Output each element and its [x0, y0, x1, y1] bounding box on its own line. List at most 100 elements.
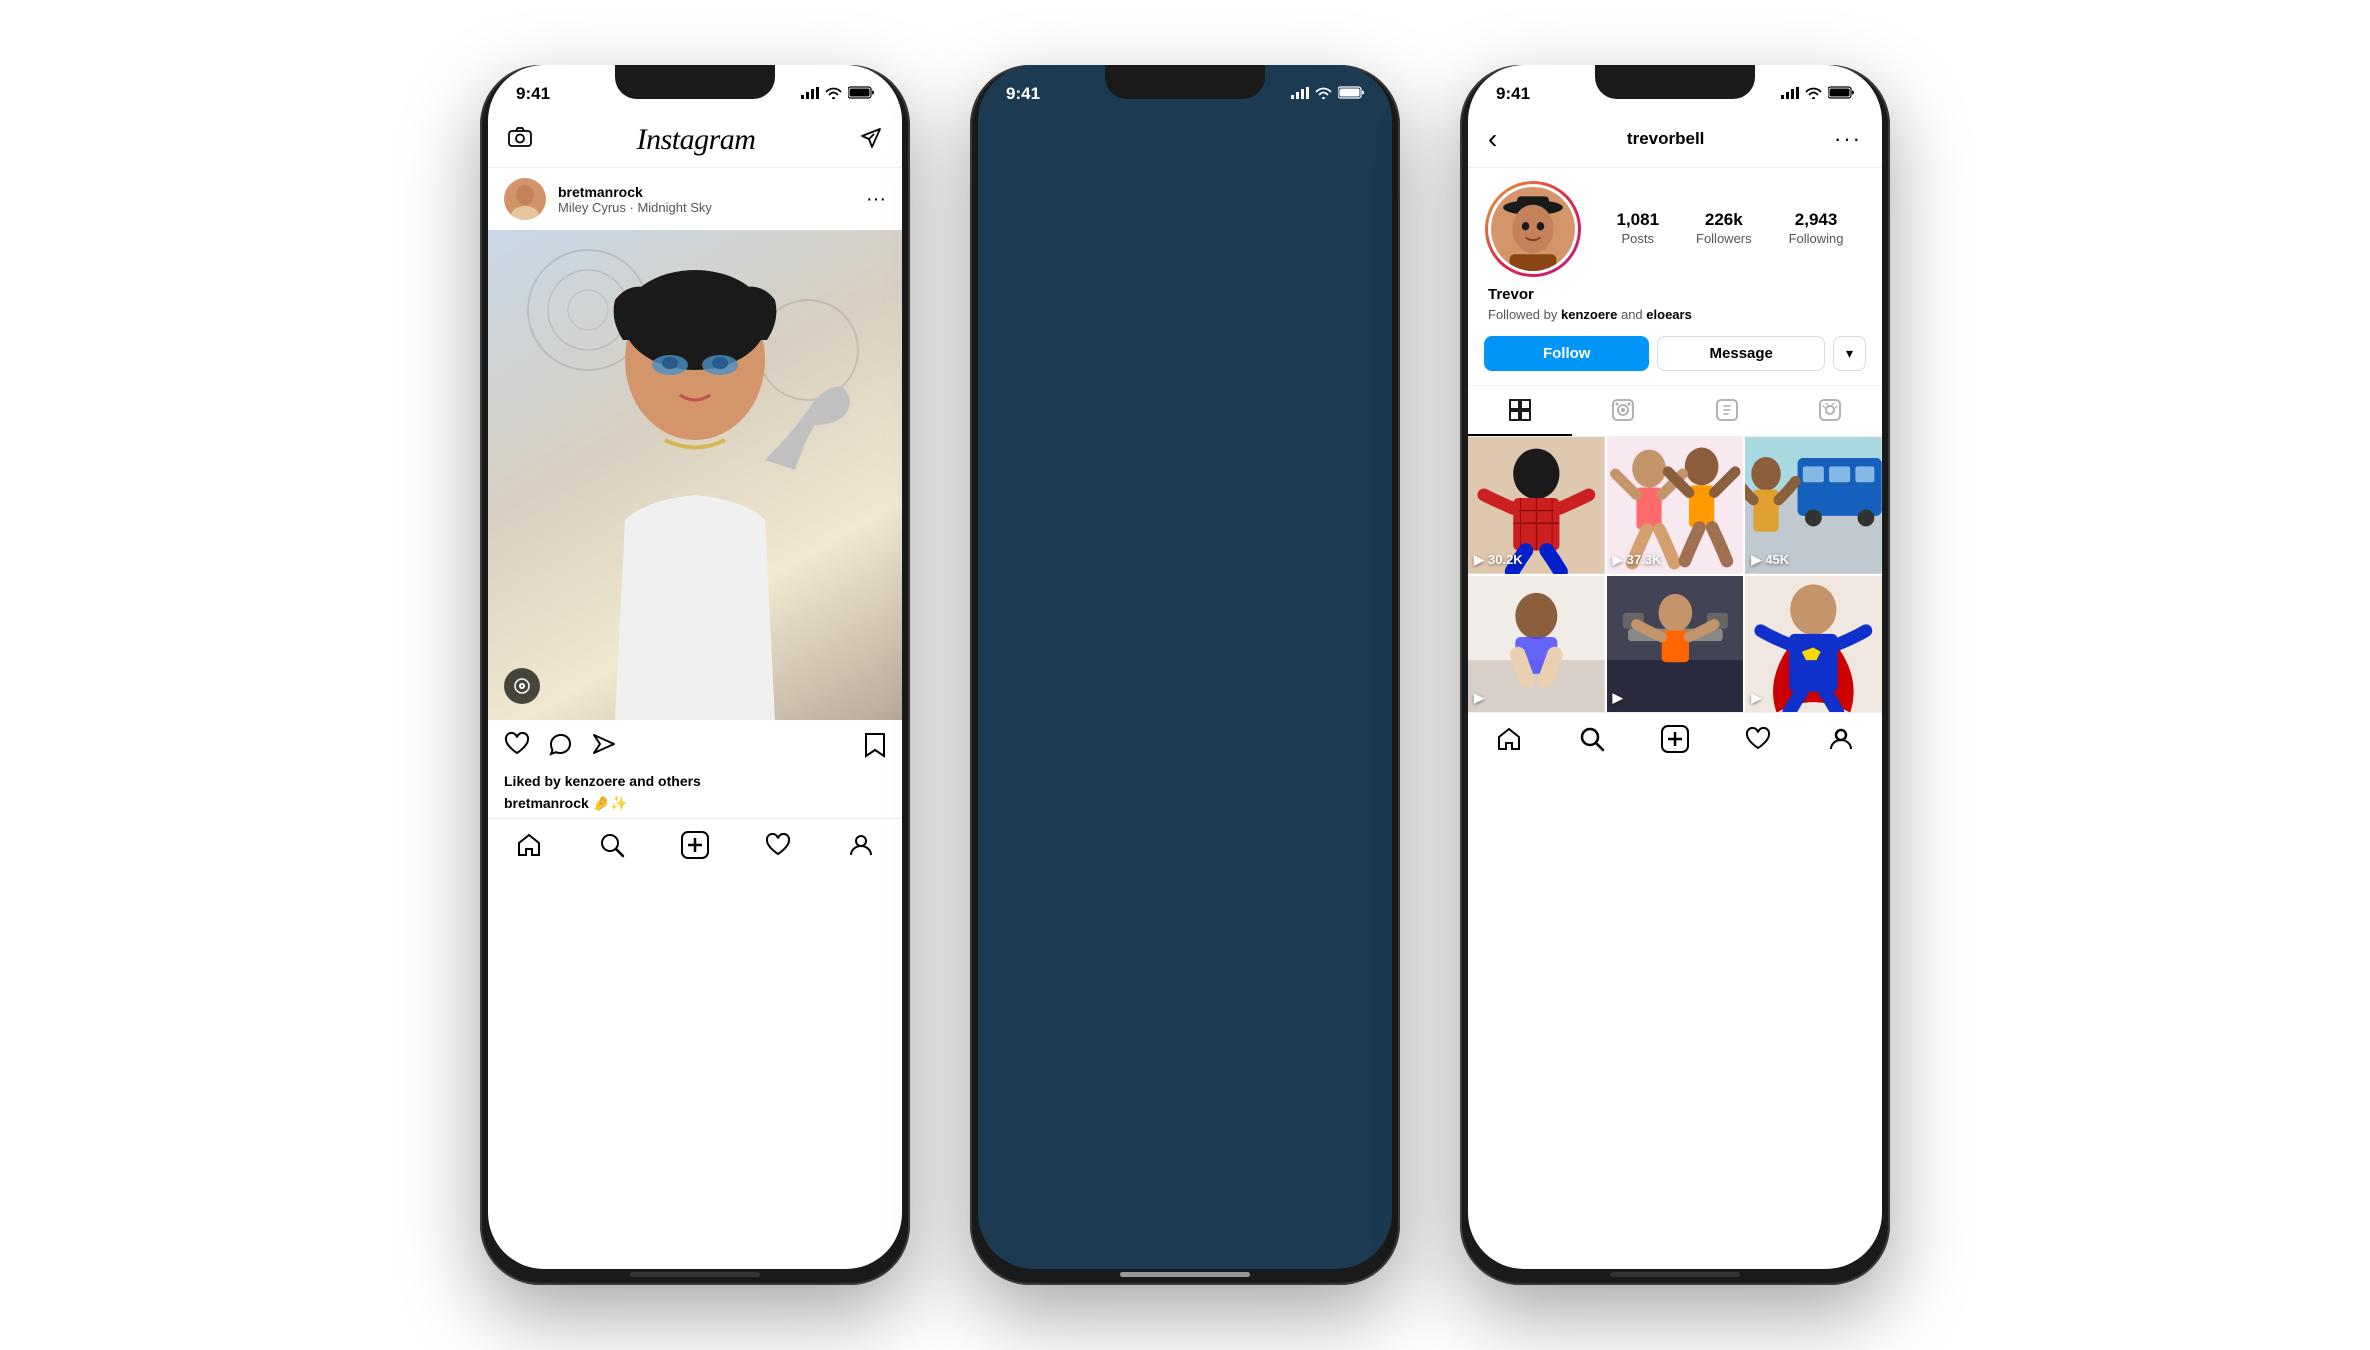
grid-item-3[interactable]: ▶ 45K — [1745, 437, 1882, 574]
grid-views-3: ▶ 45K — [1751, 552, 1789, 568]
chevron-button[interactable]: ▾ — [1833, 336, 1866, 371]
profile-stat-followers[interactable]: 226k Followers — [1696, 210, 1752, 248]
profile-stats: 1,081 Posts 226k Followers 2,943 Followi… — [1598, 210, 1862, 248]
posts-label: Posts — [1622, 231, 1655, 246]
tab-reels[interactable] — [1572, 386, 1676, 436]
grid-views-4: ▶ — [1474, 690, 1484, 706]
followed-user1[interactable]: kenzoere — [1561, 307, 1617, 322]
battery-icon-2 — [1338, 86, 1364, 102]
post-likes: Liked by kenzoere and others — [488, 773, 902, 795]
ig-header: Instagram — [488, 115, 902, 168]
signal-icon-1 — [801, 87, 819, 102]
profile-avatar-wrap[interactable] — [1488, 184, 1578, 274]
ig-nav — [488, 818, 902, 876]
play-icon-3: ▶ — [1751, 552, 1761, 568]
profile-info: 1,081 Posts 226k Followers 2,943 Followi… — [1468, 168, 1882, 286]
screen-1: Instagram bretmanrock Miley Cyrus · Midn… — [488, 115, 902, 876]
grid-item-5[interactable]: ▶ — [1607, 576, 1744, 713]
like-button[interactable] — [504, 732, 530, 765]
phone-3: 9:41 ‹ trevorbell ··· — [1460, 65, 1890, 1285]
comment-button[interactable] — [548, 732, 574, 765]
grid-item-2[interactable]: ▶ 37.3K — [1607, 437, 1744, 574]
profile-nav-add[interactable] — [1661, 725, 1689, 758]
play-icon-4: ▶ — [1474, 690, 1484, 706]
share-button[interactable] — [592, 732, 618, 765]
profile-stat-following[interactable]: 2,943 Following — [1789, 210, 1844, 248]
notch-1 — [615, 65, 775, 99]
nav-profile[interactable] — [848, 832, 874, 863]
grid-views-1: ▶ 30.2K — [1474, 552, 1523, 568]
profile-buttons: Follow Message ▾ — [1468, 336, 1882, 385]
nav-heart[interactable] — [765, 833, 791, 862]
profile-nav — [1468, 712, 1882, 776]
nav-add[interactable] — [681, 831, 709, 864]
grid-item-6[interactable]: ▶ — [1745, 576, 1882, 713]
grid-views-2: ▶ 37.3K — [1613, 552, 1662, 568]
notch-2 — [1105, 65, 1265, 99]
tab-mentions[interactable] — [1779, 386, 1883, 436]
profile-back-button[interactable]: ‹ — [1488, 123, 1497, 155]
profile-followed-by: Followed by kenzoere and eloears — [1468, 307, 1882, 336]
phone-2: 9:41 ‹ Reels — [970, 65, 1400, 1285]
followers-label: Followers — [1696, 231, 1752, 246]
profile-stat-posts[interactable]: 1,081 Posts — [1616, 210, 1659, 248]
play-icon-1: ▶ — [1474, 552, 1484, 568]
profile-username-title: trevorbell — [1627, 129, 1704, 149]
music-button[interactable] — [504, 668, 540, 704]
play-icon-5: ▶ — [1613, 690, 1623, 706]
home-indicator-3 — [1610, 1272, 1740, 1277]
wifi-icon-3 — [1805, 87, 1822, 102]
grid-item-1[interactable]: ▶ 30.2K — [1468, 437, 1605, 574]
nav-home[interactable] — [516, 833, 542, 862]
profile-nav-profile[interactable] — [1828, 726, 1854, 757]
posts-count: 1,081 — [1616, 210, 1659, 230]
follow-button[interactable]: Follow — [1484, 336, 1649, 371]
screen-3: ‹ trevorbell ··· — [1468, 115, 1882, 776]
status-icons-3 — [1781, 86, 1854, 102]
profile-name: Trevor — [1468, 286, 1882, 307]
post-more-button[interactable]: ··· — [866, 188, 886, 211]
post-caption: bretmanrock 🤌✨ — [488, 795, 902, 818]
wifi-icon-2 — [1315, 87, 1332, 102]
post-song: Miley Cyrus · Midnight Sky — [558, 200, 854, 215]
time-1: 9:41 — [516, 84, 550, 104]
post-actions — [488, 720, 902, 773]
profile-tabs — [1468, 385, 1882, 437]
status-icons-2 — [1291, 86, 1364, 102]
grid-views-5: ▶ — [1613, 690, 1623, 706]
status-icons-1 — [801, 86, 874, 102]
profile-header: ‹ trevorbell ··· — [1468, 115, 1882, 168]
profile-more-button[interactable]: ··· — [1834, 126, 1862, 152]
profile-grid: ▶ 30.2K — [1468, 437, 1882, 712]
message-button[interactable]: Message — [1657, 336, 1824, 371]
ig-logo: Instagram — [637, 123, 756, 157]
post-avatar[interactable] — [504, 178, 546, 220]
time-2: 9:41 — [1006, 84, 1040, 104]
wifi-icon-1 — [825, 87, 842, 102]
play-icon-6: ▶ — [1751, 690, 1761, 706]
following-count: 2,943 — [1789, 210, 1844, 230]
post-actions-left — [504, 732, 618, 765]
battery-icon-3 — [1828, 86, 1854, 102]
camera-icon[interactable] — [508, 127, 532, 153]
tab-tagged[interactable] — [1675, 386, 1779, 436]
tab-grid[interactable] — [1468, 386, 1572, 436]
followed-user2[interactable]: eloears — [1646, 307, 1692, 322]
following-label: Following — [1789, 231, 1844, 246]
nav-search[interactable] — [599, 832, 625, 863]
save-button[interactable] — [864, 732, 886, 765]
post-username[interactable]: bretmanrock — [558, 184, 854, 200]
signal-icon-3 — [1781, 87, 1799, 102]
send-icon[interactable] — [860, 127, 882, 154]
signal-icon-2 — [1291, 87, 1309, 102]
post-user-info: bretmanrock Miley Cyrus · Midnight Sky — [558, 184, 854, 215]
profile-nav-home[interactable] — [1496, 727, 1522, 756]
caption-username[interactable]: bretmanrock — [504, 795, 589, 811]
profile-nav-heart[interactable] — [1745, 727, 1771, 756]
profile-nav-search[interactable] — [1579, 726, 1605, 757]
battery-icon-1 — [848, 86, 874, 102]
grid-item-4[interactable]: ▶ — [1468, 576, 1605, 713]
play-icon-2: ▶ — [1613, 552, 1623, 568]
time-3: 9:41 — [1496, 84, 1530, 104]
post-image — [488, 230, 902, 720]
